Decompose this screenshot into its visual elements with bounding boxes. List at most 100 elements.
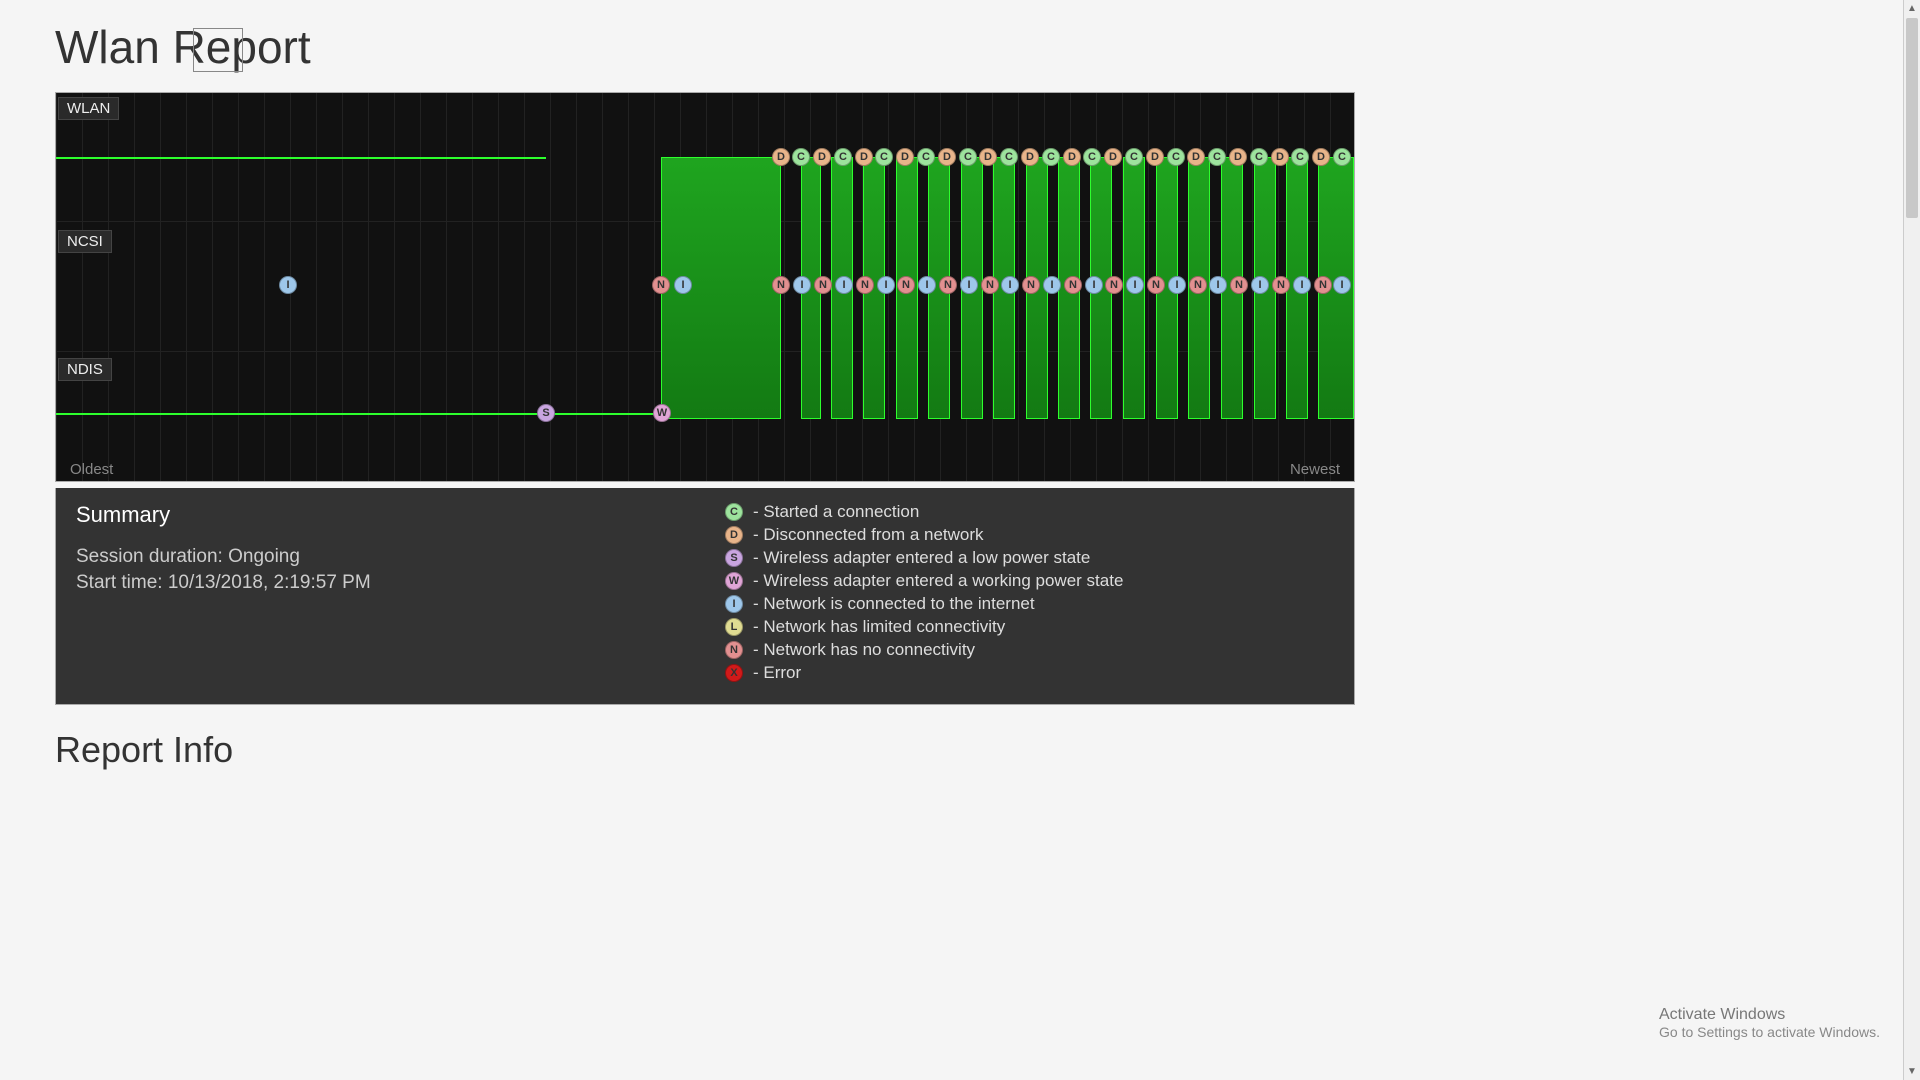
wlan-event-c[interactable]: C: [1208, 148, 1226, 166]
wlan-event-d[interactable]: D: [938, 148, 956, 166]
duration-value: Ongoing: [228, 546, 300, 567]
vertical-scrollbar[interactable]: ▲ ▼: [1903, 0, 1920, 1080]
wlan-event-c[interactable]: C: [834, 148, 852, 166]
legend-dot-w-icon: W: [725, 572, 743, 590]
start-value: 10/13/2018, 2:19:57 PM: [168, 572, 371, 593]
wlan-event-d[interactable]: D: [979, 148, 997, 166]
wlan-event-c[interactable]: C: [1000, 148, 1018, 166]
legend-item-n: N - Network has no connectivity: [725, 640, 1334, 660]
ncsi-event-i[interactable]: I: [1085, 276, 1103, 294]
page-title: Wlan Report: [55, 20, 1865, 74]
summary-start: Start time: 10/13/2018, 2:19:57 PM: [76, 572, 685, 594]
wlan-event-c[interactable]: C: [1291, 148, 1309, 166]
legend-dot-d-icon: D: [725, 526, 743, 544]
ncsi-event-i[interactable]: I: [1209, 276, 1227, 294]
ncsi-event-n[interactable]: N: [981, 276, 999, 294]
legend-text: - Network has no connectivity: [753, 640, 975, 660]
ncsi-event-n[interactable]: N: [1230, 276, 1248, 294]
ncsi-event-i[interactable]: I: [674, 276, 692, 294]
ncsi-event-n[interactable]: N: [1147, 276, 1165, 294]
ncsi-event-i[interactable]: I: [279, 276, 297, 294]
ncsi-event-n[interactable]: N: [772, 276, 790, 294]
ncsi-event-n[interactable]: N: [1064, 276, 1082, 294]
ncsi-event-n[interactable]: N: [856, 276, 874, 294]
wlan-event-d[interactable]: D: [1312, 148, 1330, 166]
wlan-event-c[interactable]: C: [875, 148, 893, 166]
scroll-down-arrow[interactable]: ▼: [1904, 1063, 1920, 1080]
lane-label-ncsi: NCSI: [58, 230, 112, 253]
start-label: Start time:: [76, 572, 163, 593]
wlan-event-c[interactable]: C: [917, 148, 935, 166]
wlan-event-d[interactable]: D: [1187, 148, 1205, 166]
ncsi-event-i[interactable]: I: [1001, 276, 1019, 294]
wlan-event-c[interactable]: C: [1250, 148, 1268, 166]
wlan-event-c[interactable]: C: [959, 148, 977, 166]
legend-text: - Disconnected from a network: [753, 525, 984, 545]
scroll-thumb[interactable]: [1906, 18, 1918, 218]
watermark-line2: Go to Settings to activate Windows.: [1659, 1024, 1880, 1040]
legend-item-d: D - Disconnected from a network: [725, 525, 1334, 545]
ncsi-event-i[interactable]: I: [877, 276, 895, 294]
ncsi-event-i[interactable]: I: [1043, 276, 1061, 294]
ncsi-event-n[interactable]: N: [897, 276, 915, 294]
legend-item-l: L - Network has limited connectivity: [725, 617, 1334, 637]
wlan-event-c[interactable]: C: [1333, 148, 1351, 166]
legend-dot-l-icon: L: [725, 618, 743, 636]
lane-label-wlan: WLAN: [58, 97, 119, 120]
ncsi-event-n[interactable]: N: [1189, 276, 1207, 294]
legend-dot-s-icon: S: [725, 549, 743, 567]
ncsi-event-i[interactable]: I: [1168, 276, 1186, 294]
ncsi-event-i[interactable]: I: [1293, 276, 1311, 294]
wlan-event-d[interactable]: D: [1229, 148, 1247, 166]
ndis-event-w[interactable]: W: [653, 404, 671, 422]
legend-item-c: C- Started a connection: [725, 502, 1334, 522]
ndis-event-s[interactable]: S: [537, 404, 555, 422]
wlan-event-d[interactable]: D: [896, 148, 914, 166]
ncsi-event-i[interactable]: I: [835, 276, 853, 294]
ncsi-event-n[interactable]: N: [1272, 276, 1290, 294]
legend-text: - Wireless adapter entered a low power s…: [753, 548, 1090, 568]
ncsi-event-n[interactable]: N: [939, 276, 957, 294]
ncsi-event-i[interactable]: I: [1251, 276, 1269, 294]
scroll-up-arrow[interactable]: ▲: [1904, 0, 1920, 17]
wlan-event-d[interactable]: D: [1063, 148, 1081, 166]
legend-dot-n-icon: N: [725, 641, 743, 659]
legend-dot-x-icon: X: [725, 664, 743, 682]
legend-dot-i-icon: I: [725, 595, 743, 613]
ncsi-event-i[interactable]: I: [960, 276, 978, 294]
wlan-event-c[interactable]: C: [1125, 148, 1143, 166]
wlan-event-d[interactable]: D: [1021, 148, 1039, 166]
wlan-event-d[interactable]: D: [1104, 148, 1122, 166]
ncsi-event-n[interactable]: N: [652, 276, 670, 294]
legend-dot-c-icon: C: [725, 503, 743, 521]
wlan-event-c[interactable]: C: [1083, 148, 1101, 166]
ncsi-event-n[interactable]: N: [1022, 276, 1040, 294]
wlan-event-c[interactable]: C: [1167, 148, 1185, 166]
wlan-event-c[interactable]: C: [792, 148, 810, 166]
wlan-event-d[interactable]: D: [855, 148, 873, 166]
wlan-event-d[interactable]: D: [1146, 148, 1164, 166]
legend-item-w: W- Wireless adapter entered a working po…: [725, 571, 1334, 591]
report-info-heading: Report Info: [55, 729, 1865, 771]
wlan-event-d[interactable]: D: [772, 148, 790, 166]
ncsi-event-n[interactable]: N: [814, 276, 832, 294]
ncsi-event-i[interactable]: I: [1333, 276, 1351, 294]
title-overlay-box: [193, 28, 243, 72]
wlan-event-d[interactable]: D: [813, 148, 831, 166]
ncsi-event-i[interactable]: I: [1126, 276, 1144, 294]
legend-text: - Network has limited connectivity: [753, 617, 1005, 637]
page-title-text: Wlan Report: [55, 21, 311, 73]
ncsi-event-i[interactable]: I: [918, 276, 936, 294]
ncsi-event-i[interactable]: I: [793, 276, 811, 294]
wlan-event-c[interactable]: C: [1042, 148, 1060, 166]
ncsi-event-n[interactable]: N: [1105, 276, 1123, 294]
summary-panel: Summary Session duration: Ongoing Start …: [55, 488, 1355, 705]
wlan-timeline-chart[interactable]: DCDCDCDCDCDCDCDCDCDCDCDCDCDCININININININ…: [55, 92, 1355, 482]
lane-label-ndis: NDIS: [58, 358, 112, 381]
legend: C- Started a connection D - Disconnected f…: [725, 502, 1334, 686]
wlan-event-d[interactable]: D: [1271, 148, 1289, 166]
ncsi-event-n[interactable]: N: [1314, 276, 1332, 294]
duration-label: Session duration:: [76, 546, 223, 567]
legend-item-i: I- Network is connected to the internet: [725, 594, 1334, 614]
summary-heading: Summary: [76, 502, 685, 528]
